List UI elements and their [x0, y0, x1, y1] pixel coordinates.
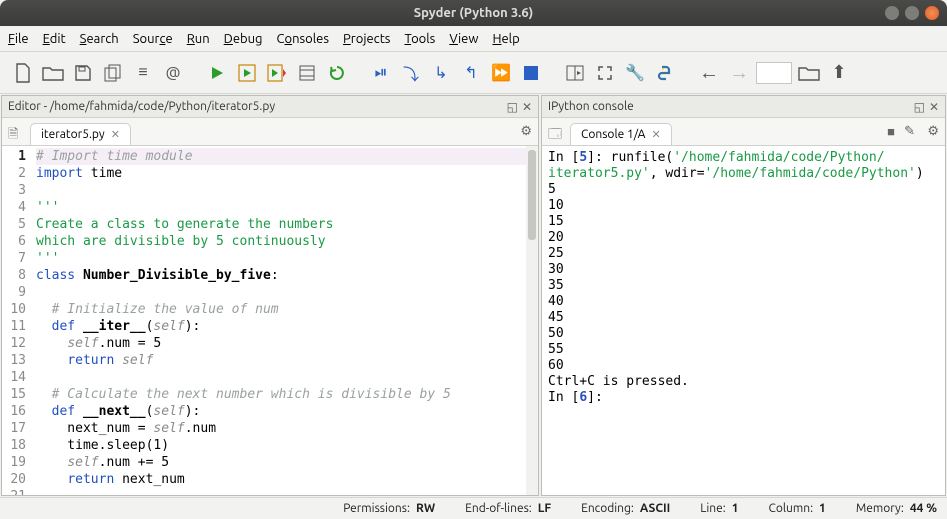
open-folder-icon[interactable]: [40, 60, 66, 86]
close-console-tab-icon[interactable]: ✕: [651, 128, 660, 141]
status-perm-value: RW: [416, 502, 435, 515]
console-list-icon[interactable]: 🗔: [548, 125, 562, 147]
menu-view[interactable]: View: [449, 32, 478, 46]
status-enc-value: ASCII: [640, 502, 670, 515]
back-icon[interactable]: ←: [696, 60, 722, 86]
pane-undock-icon[interactable]: ◱: [914, 100, 925, 114]
menu-run[interactable]: Run: [187, 32, 210, 46]
console-pane: IPython console ◱ ✕ 🗔 Console 1/A ✕ ■ ✎ ⚙…: [541, 95, 946, 496]
console-tabrow: 🗔 Console 1/A ✕ ■ ✎ ⚙: [542, 118, 945, 146]
status-col-label: Column:: [769, 502, 814, 515]
menu-file[interactable]: File: [8, 32, 29, 46]
status-col-value: 1: [819, 502, 826, 515]
rerun-icon[interactable]: [324, 60, 350, 86]
maximize-pane-icon[interactable]: [592, 60, 618, 86]
goto-layout-icon[interactable]: [562, 60, 588, 86]
forward-icon[interactable]: →: [726, 60, 752, 86]
editor-scrollbar[interactable]: [526, 146, 538, 495]
parent-dir-icon[interactable]: ⬆: [826, 60, 852, 86]
status-line-value: 1: [732, 502, 739, 515]
window-controls: [885, 6, 939, 20]
status-mem-label: Memory:: [856, 502, 904, 515]
status-mem-value: 44 %: [910, 502, 937, 515]
workdir-select[interactable]: [756, 62, 792, 84]
editor-pane-title: Editor - /home/fahmida/code/Python/itera…: [2, 96, 538, 118]
console-options-icon[interactable]: ⚙: [927, 124, 939, 139]
code-editor[interactable]: 12345678910111213141516171819202122 # Im…: [2, 146, 538, 495]
continue-icon[interactable]: ⏩: [488, 60, 514, 86]
editor-tab[interactable]: iterator5.py ✕: [30, 123, 131, 145]
menu-tools[interactable]: Tools: [404, 32, 435, 46]
status-line-label: Line:: [700, 502, 725, 515]
pane-close-icon[interactable]: ✕: [929, 100, 939, 114]
menubar: File Edit Search Source Run Debug Consol…: [0, 26, 947, 52]
menu-debug[interactable]: Debug: [224, 32, 263, 46]
console-pane-title: IPython console ◱ ✕: [542, 96, 945, 118]
minimize-icon[interactable]: [885, 6, 899, 20]
stop-debug-icon[interactable]: [518, 60, 544, 86]
run-selection-icon[interactable]: [294, 60, 320, 86]
code-body[interactable]: # Import time moduleimport time'''Create…: [32, 146, 538, 495]
list-icon[interactable]: ≡: [130, 60, 156, 86]
statusbar: Permissions: RW End-of-lines: LF Encoding:…: [0, 497, 947, 519]
console-stop-icon[interactable]: ■: [887, 124, 895, 139]
tab-options-icon[interactable]: ⚙: [520, 124, 532, 139]
window-titlebar: Spyder (Python 3.6): [0, 0, 947, 26]
gutter: 12345678910111213141516171819202122: [2, 146, 32, 495]
menu-help[interactable]: Help: [492, 32, 519, 46]
console-clear-icon[interactable]: ✎: [904, 124, 915, 139]
run-cell-advance-icon[interactable]: [264, 60, 290, 86]
preferences-icon[interactable]: 🔧: [622, 60, 648, 86]
run-icon[interactable]: [204, 60, 230, 86]
console-tab-label: Console 1/A: [581, 128, 645, 141]
toolbar: ≡ @ ⏯ ⤵ ↳ ↰ ⏩ 🔧 ← → ⬆: [0, 52, 947, 94]
status-perm-label: Permissions:: [343, 502, 410, 515]
main-area: Editor - /home/fahmida/code/Python/itera…: [0, 94, 947, 497]
close-tab-icon[interactable]: ✕: [111, 128, 120, 141]
close-icon[interactable]: [925, 6, 939, 20]
status-eol-value: LF: [538, 502, 551, 515]
at-icon[interactable]: @: [160, 60, 186, 86]
editor-tab-label: iterator5.py: [41, 128, 105, 141]
python-path-icon[interactable]: [652, 60, 678, 86]
debug-icon[interactable]: ⏯: [368, 60, 394, 86]
browse-dir-icon[interactable]: [796, 60, 822, 86]
menu-source[interactable]: Source: [133, 32, 173, 46]
console-tab[interactable]: Console 1/A ✕: [570, 123, 672, 145]
editor-tabrow: 🗎 iterator5.py ✕ ⚙: [2, 118, 538, 146]
pane-close-icon[interactable]: ✕: [522, 100, 532, 114]
menu-projects[interactable]: Projects: [343, 32, 390, 46]
run-cell-icon[interactable]: [234, 60, 260, 86]
status-eol-label: End-of-lines:: [465, 502, 532, 515]
tab-list-icon[interactable]: 🗎: [8, 125, 18, 147]
save-icon[interactable]: [70, 60, 96, 86]
editor-pane: Editor - /home/fahmida/code/Python/itera…: [1, 95, 539, 496]
step-out-icon[interactable]: ↰: [458, 60, 484, 86]
menu-edit[interactable]: Edit: [43, 32, 66, 46]
console-output[interactable]: In [5]: runfile('/home/fahmida/code/Pyth…: [542, 146, 945, 495]
window-title: Spyder (Python 3.6): [0, 6, 947, 20]
step-into-icon[interactable]: ↳: [428, 60, 454, 86]
console-title-label: IPython console: [548, 100, 634, 113]
menu-search[interactable]: Search: [80, 32, 119, 46]
step-over-icon[interactable]: ⤵: [398, 60, 424, 86]
maximize-icon[interactable]: [905, 6, 919, 20]
save-all-icon[interactable]: [100, 60, 126, 86]
menu-consoles[interactable]: Consoles: [277, 32, 329, 46]
editor-path-label: Editor - /home/fahmida/code/Python/itera…: [8, 100, 275, 113]
new-file-icon[interactable]: [10, 60, 36, 86]
pane-undock-icon[interactable]: ◱: [507, 100, 518, 114]
status-enc-label: Encoding:: [581, 502, 634, 515]
